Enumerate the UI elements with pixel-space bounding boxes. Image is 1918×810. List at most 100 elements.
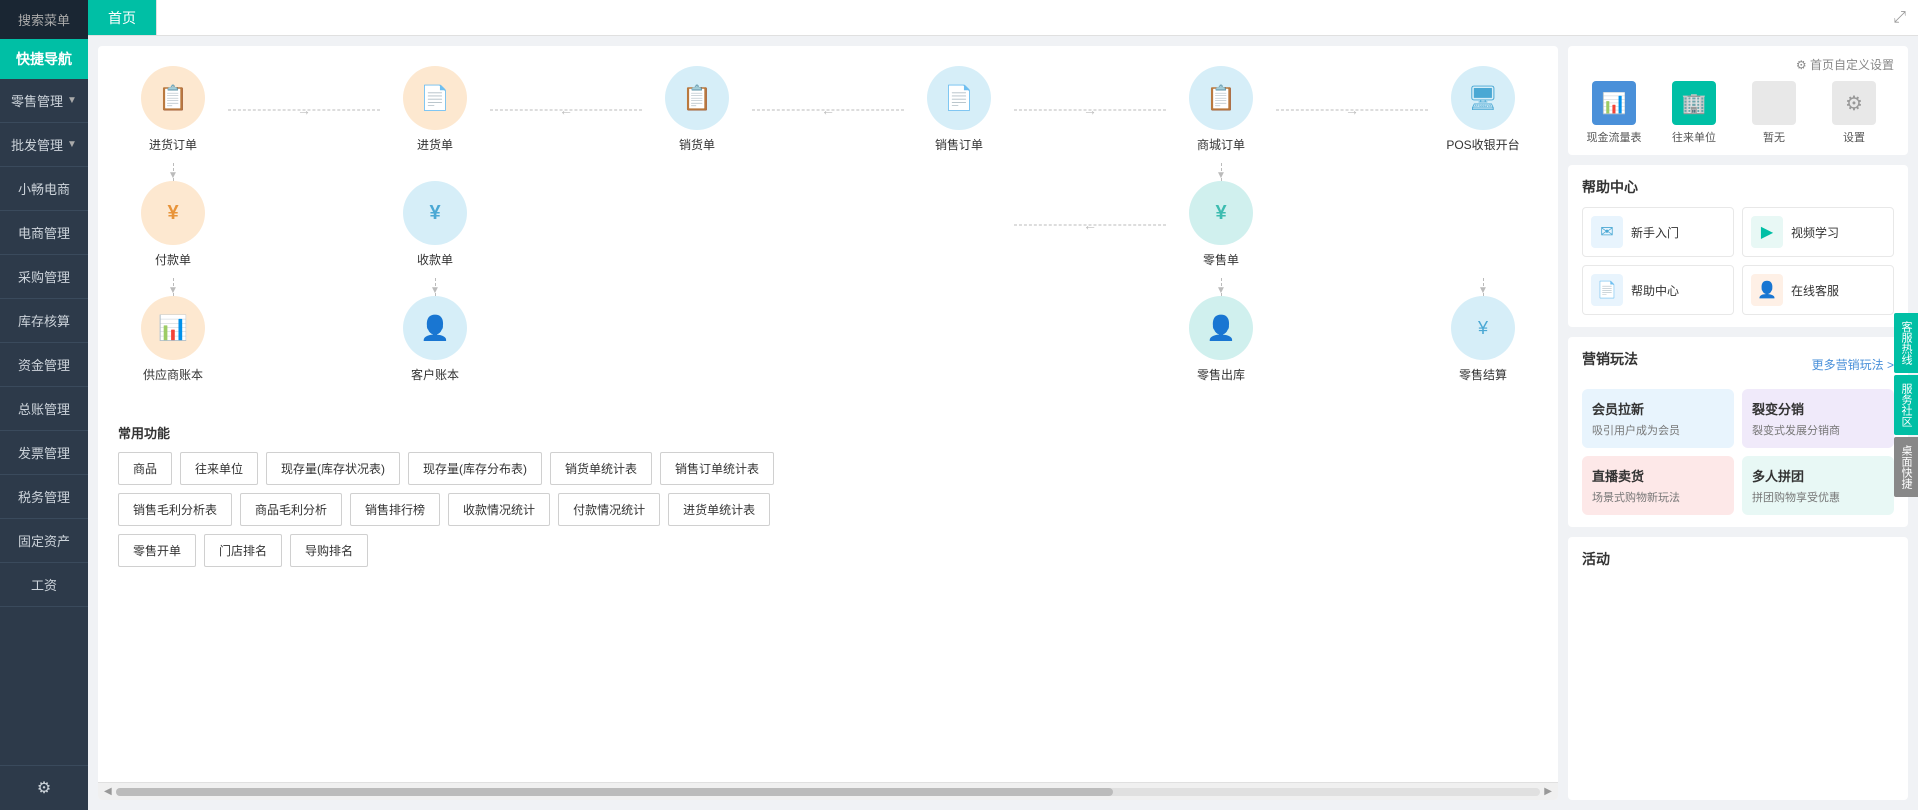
mall-order-icon: 📋: [1189, 66, 1253, 130]
sales-icon: 📋: [665, 66, 729, 130]
flow-node-purchase[interactable]: 📄 进货单: [380, 66, 490, 153]
func-btn-goods[interactable]: 商品: [118, 452, 172, 485]
scroll-left-arrow[interactable]: ◀: [100, 786, 116, 797]
sidebar-item-ecommerce[interactable]: 小畅电商: [0, 167, 88, 211]
sales-order-label: 销售订单: [935, 136, 983, 153]
func-btn-store-rank[interactable]: 门店排名: [204, 534, 282, 567]
float-btn-desktop[interactable]: 桌面快捷: [1894, 437, 1918, 497]
func-btn-sales-profit[interactable]: 销售毛利分析表: [118, 493, 232, 526]
sidebar-item-salary[interactable]: 工资: [0, 563, 88, 607]
flow-node-supplier[interactable]: 📊 供应商账本: [118, 296, 228, 383]
gear-icon[interactable]: ⚙: [0, 766, 88, 810]
sidebar-item-inventory[interactable]: 库存核算: [0, 299, 88, 343]
pos-icon: 🖥: [1451, 66, 1515, 130]
member-card-desc: 吸引用户成为会员: [1592, 422, 1724, 438]
down-arrow-4: ▼: [380, 278, 490, 296]
func-btn-payment-stat[interactable]: 付款情况统计: [558, 493, 660, 526]
marketing-card-group[interactable]: 多人拼团 拼团购物享受优惠: [1742, 456, 1894, 515]
main-area: 首页 ⤢ 📋 进货订单 → 📄 进货单: [88, 0, 1918, 810]
sidebar-item-ledger[interactable]: 总账管理: [0, 387, 88, 431]
sidebar-item-tax[interactable]: 税务管理: [0, 475, 88, 519]
func-btn-partners[interactable]: 往来单位: [180, 452, 258, 485]
settings-icon: ⚙: [1832, 81, 1876, 125]
help-item-beginner[interactable]: ✉ 新手入门: [1582, 207, 1734, 257]
sidebar-item-finance[interactable]: 资金管理: [0, 343, 88, 387]
scroll-thumb: [116, 788, 1113, 796]
down-arrow-1: ▼: [118, 163, 228, 181]
sidebar-item-wholesale[interactable]: 批发管理 ▼: [0, 123, 88, 167]
flow-node-retail[interactable]: ¥ 零售单: [1166, 181, 1276, 268]
cashflow-icon: 📊: [1592, 81, 1636, 125]
func-btn-sales-stat[interactable]: 销货单统计表: [550, 452, 652, 485]
sidebar-search[interactable]: 搜索菜单: [0, 0, 88, 39]
sidebar-item-invoice[interactable]: 发票管理: [0, 431, 88, 475]
retail-icon: ¥: [1189, 181, 1253, 245]
flow-node-receipt[interactable]: ¥ 收款单: [380, 181, 490, 268]
func-btn-sales-order-stat[interactable]: 销售订单统计表: [660, 452, 774, 485]
func-btn-goods-profit[interactable]: 商品毛利分析: [240, 493, 342, 526]
payment-icon: ¥: [141, 181, 205, 245]
flow-node-retail-settle[interactable]: ¥ 零售结算: [1428, 296, 1538, 383]
quick-icon-partners[interactable]: 🏢 往来单位: [1662, 81, 1726, 145]
help-item-video[interactable]: ▶ 视频学习: [1742, 207, 1894, 257]
float-btn-community[interactable]: 服务社区: [1894, 375, 1918, 435]
func-btn-stock-status[interactable]: 现存量(库存状况表): [266, 452, 400, 485]
video-label: 视频学习: [1791, 224, 1839, 241]
activity-section: 活动: [1568, 537, 1908, 800]
func-btn-guide-rank[interactable]: 导购排名: [290, 534, 368, 567]
flow-node-purchase-order[interactable]: 📋 进货订单: [118, 66, 228, 153]
expand-icon[interactable]: ⤢: [1881, 9, 1918, 27]
func-row-3: 零售开单 门店排名 导购排名: [118, 534, 1538, 567]
sidebar-item-assets[interactable]: 固定资产: [0, 519, 88, 563]
retail-out-icon: 👤: [1189, 296, 1253, 360]
marketing-card-live[interactable]: 直播卖货 场景式购物新玩法: [1582, 456, 1734, 515]
flow-node-retail-out[interactable]: 👤 零售出库: [1166, 296, 1276, 383]
flow-node-pos[interactable]: 🖥 POS收银开台: [1428, 66, 1538, 153]
help-item-service[interactable]: 👤 在线客服: [1742, 265, 1894, 315]
arrow-h-3: ←: [752, 102, 904, 118]
marketing-card-fission[interactable]: 裂变分销 裂变式发展分销商: [1742, 389, 1894, 448]
func-btn-receipt-stat[interactable]: 收款情况统计: [448, 493, 550, 526]
tab-home[interactable]: 首页: [88, 0, 157, 35]
supplier-icon: 📊: [141, 296, 205, 360]
help-item-help[interactable]: 📄 帮助中心: [1582, 265, 1734, 315]
quick-icon-settings[interactable]: ⚙ 设置: [1822, 81, 1886, 145]
scrollbar: ◀ ▶: [98, 782, 1558, 800]
receipt-label: 收款单: [417, 251, 453, 268]
purchase-order-icon: 📋: [141, 66, 205, 130]
retail-out-label: 零售出库: [1197, 366, 1245, 383]
flow-node-payment[interactable]: ¥ 付款单: [118, 181, 228, 268]
group-card-desc: 拼团购物享受优惠: [1752, 489, 1884, 505]
down-arrow-2: ▼: [1166, 163, 1276, 181]
func-btn-retail-order[interactable]: 零售开单: [118, 534, 196, 567]
down-arrow-3: ▼: [118, 278, 228, 296]
quick-icon-empty[interactable]: 暂无: [1742, 81, 1806, 145]
sidebar-item-purchase[interactable]: 采购管理: [0, 255, 88, 299]
func-btn-stock-dist[interactable]: 现存量(库存分布表): [408, 452, 542, 485]
sidebar-nav-header: 快捷导航: [0, 39, 88, 79]
sales-label: 销货单: [679, 136, 715, 153]
func-btn-sales-rank[interactable]: 销售排行榜: [350, 493, 440, 526]
scroll-right-arrow[interactable]: ▶: [1540, 786, 1556, 797]
float-btn-service[interactable]: 客服热线: [1894, 313, 1918, 373]
flow-node-customer[interactable]: 👤 客户账本: [380, 296, 490, 383]
flow-row-3: 📊 供应商账本 👤 客户账本 👤 零售出库: [118, 296, 1538, 383]
homepage-settings-link[interactable]: ⚙ 首页自定义设置: [1796, 56, 1894, 73]
flow-node-sales-order[interactable]: 📄 销售订单: [904, 66, 1014, 153]
activity-title: 活动: [1582, 549, 1894, 569]
func-btn-purchase-stat[interactable]: 进货单统计表: [668, 493, 770, 526]
arrow-left-icon-2: ←: [821, 102, 835, 118]
common-functions-title: 常用功能: [118, 423, 1538, 442]
flow-node-mall-order[interactable]: 📋 商城订单: [1166, 66, 1276, 153]
arrow-h-4: →: [1014, 102, 1166, 118]
live-card-title: 直播卖货: [1592, 466, 1724, 485]
flow-node-sales[interactable]: 📋 销货单: [642, 66, 752, 153]
scroll-track[interactable]: [116, 788, 1541, 796]
marketing-card-member[interactable]: 会员拉新 吸引用户成为会员: [1582, 389, 1734, 448]
more-marketing-link[interactable]: 更多营销玩法 >: [1812, 356, 1894, 373]
sidebar-item-ecom-mgmt[interactable]: 电商管理: [0, 211, 88, 255]
chevron-down-icon: ▼: [67, 139, 77, 150]
help-doc-label: 帮助中心: [1631, 282, 1679, 299]
quick-icon-cashflow[interactable]: 📊 现金流量表: [1582, 81, 1646, 145]
sidebar-item-retail[interactable]: 零售管理 ▼: [0, 79, 88, 123]
